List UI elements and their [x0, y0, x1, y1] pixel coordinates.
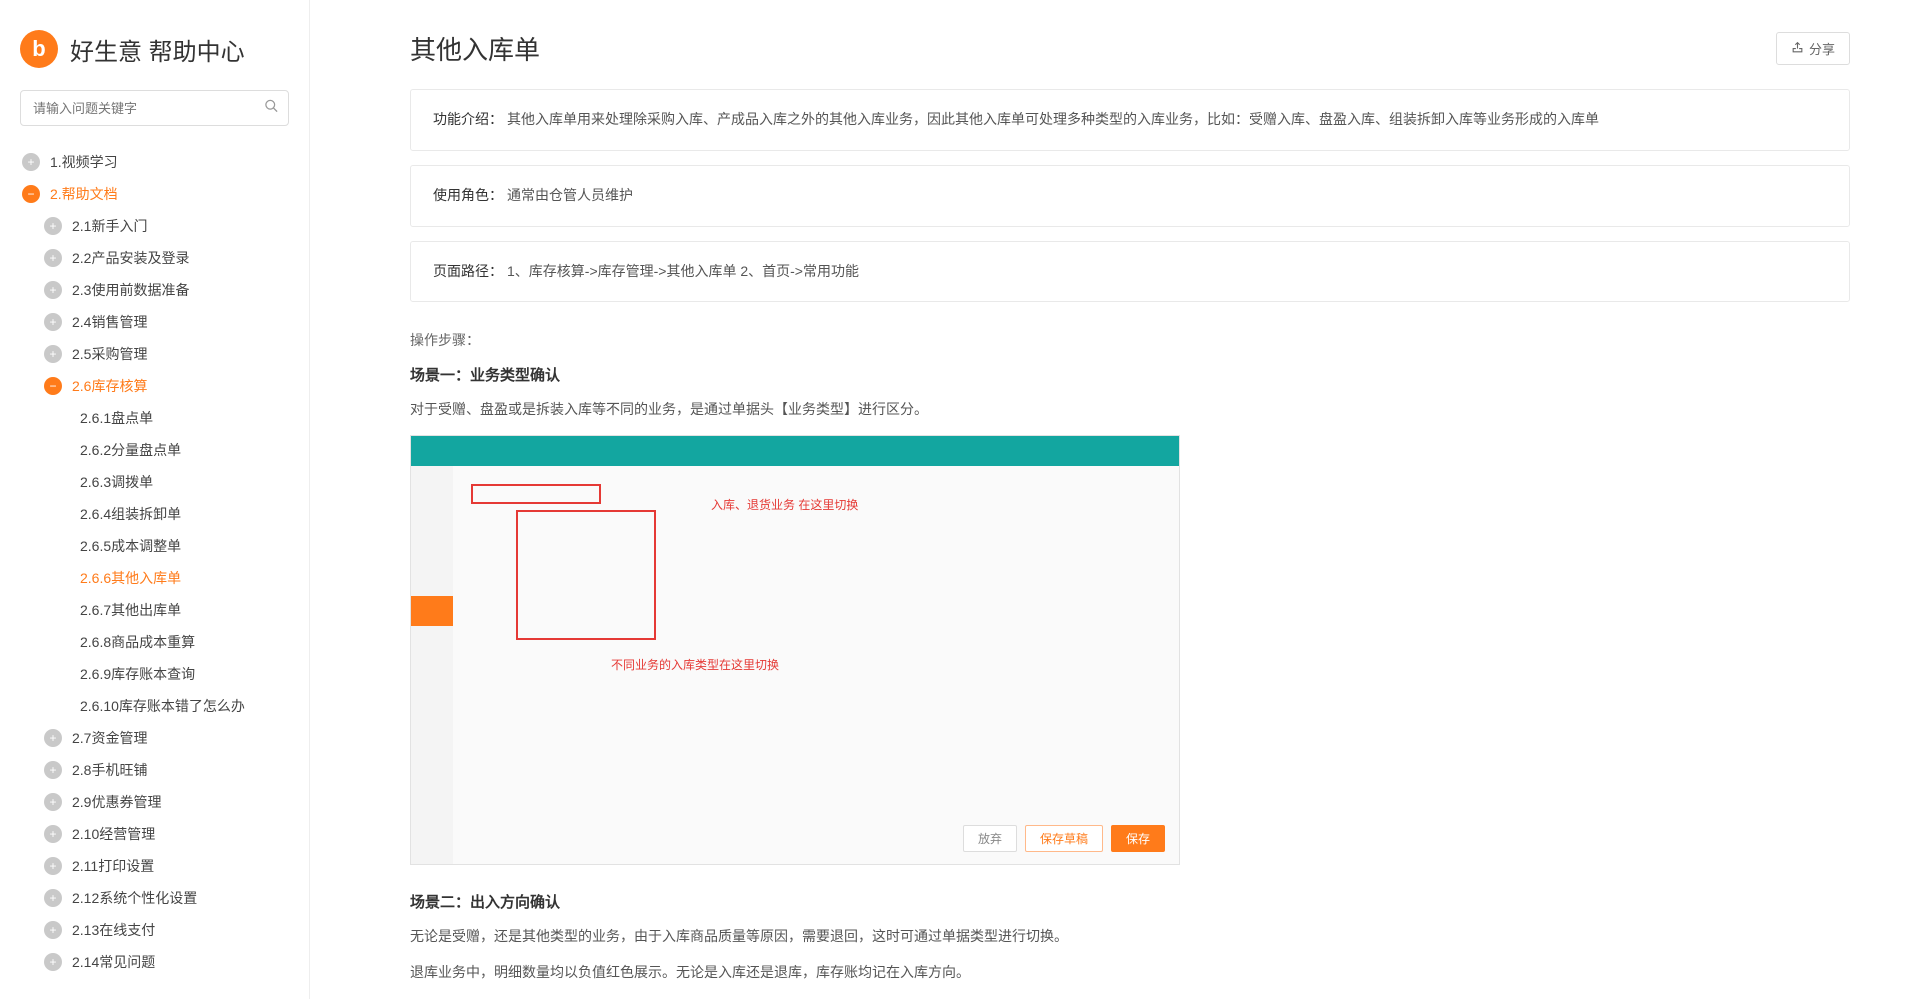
search-icon[interactable]: [264, 99, 279, 118]
nav-item-2-10[interactable]: +2.10经营管理: [20, 818, 289, 850]
plus-icon: +: [44, 953, 62, 971]
nav-item-2-6-8[interactable]: 2.6.8商品成本重算: [20, 626, 289, 658]
screenshot-sidebar: [411, 466, 453, 864]
page-title: 其他入库单: [410, 30, 540, 67]
nav-item-2-4[interactable]: +2.4销售管理: [20, 306, 289, 338]
share-icon: [1791, 41, 1804, 57]
role-text: 通常由仓管人员维护: [507, 187, 633, 203]
role-label: 使用角色：: [433, 187, 503, 203]
plus-icon: +: [44, 345, 62, 363]
minus-icon: −: [22, 185, 40, 203]
nav-item-2-11[interactable]: +2.11打印设置: [20, 850, 289, 882]
annotation-box-2: [516, 510, 656, 640]
intro-label: 功能介绍：: [433, 111, 503, 127]
plus-icon: +: [44, 825, 62, 843]
nav-item-2-3[interactable]: +2.3使用前数据准备: [20, 274, 289, 306]
scene1-text: 对于受赠、盘盈或是拆装入库等不同的业务，是通过单据头【业务类型】进行区分。: [410, 395, 1850, 423]
scene2-p2: 退库业务中，明细数量均以负值红色展示。无论是入库还是退库，库存账均记在入库方向。: [410, 958, 1850, 986]
search-input[interactable]: [20, 90, 289, 126]
search-wrap: [20, 90, 289, 126]
plus-icon: +: [44, 313, 62, 331]
annotation-box-1: [471, 484, 601, 504]
plus-icon: +: [22, 153, 40, 171]
nav-item-2-6-4[interactable]: 2.6.4组装拆卸单: [20, 498, 289, 530]
share-button[interactable]: 分享: [1776, 32, 1850, 65]
nav-item-2-12[interactable]: +2.12系统个性化设置: [20, 882, 289, 914]
nav-item-2-14[interactable]: +2.14常见问题: [20, 946, 289, 978]
intro-text: 其他入库单用来处理除采购入库、产成品入库之外的其他入库业务，因此其他入库单可处理…: [507, 111, 1599, 127]
nav-item-2-8[interactable]: +2.8手机旺铺: [20, 754, 289, 786]
path-text: 1、库存核算->库存管理->其他入库单 2、首页->常用功能: [507, 263, 859, 279]
plus-icon: +: [44, 729, 62, 747]
nav-item-2-6-9[interactable]: 2.6.9库存账本查询: [20, 658, 289, 690]
nav-item-2-6-3[interactable]: 2.6.3调拨单: [20, 466, 289, 498]
plus-icon: +: [44, 761, 62, 779]
nav-item-2-9[interactable]: +2.9优惠券管理: [20, 786, 289, 818]
intro-box: 功能介绍：其他入库单用来处理除采购入库、产成品入库之外的其他入库业务，因此其他入…: [410, 89, 1850, 151]
minus-icon: −: [44, 377, 62, 395]
shot-btn-cancel: 放弃: [963, 825, 1017, 852]
shot-btn-save: 保存: [1111, 825, 1165, 852]
nav-item-2-6[interactable]: −2.6库存核算: [20, 370, 289, 402]
title-row: 其他入库单 分享: [410, 30, 1850, 67]
nav-item-2-2[interactable]: +2.2产品安装及登录: [20, 242, 289, 274]
nav-item-video[interactable]: +1.视频学习: [20, 146, 289, 178]
nav-item-2-13[interactable]: +2.13在线支付: [20, 914, 289, 946]
steps-label: 操作步骤：: [410, 330, 1850, 350]
annotation-text-2: 不同业务的入库类型在这里切换: [611, 656, 779, 673]
plus-icon: +: [44, 249, 62, 267]
plus-icon: +: [44, 281, 62, 299]
nav-item-2-6-6[interactable]: 2.6.6其他入库单: [20, 562, 289, 594]
content-block: 操作步骤： 场景一：业务类型确认 对于受赠、盘盈或是拆装入库等不同的业务，是通过…: [410, 330, 1850, 999]
screenshot-footer: 放弃 保存草稿 保存: [963, 825, 1165, 852]
plus-icon: +: [44, 857, 62, 875]
plus-icon: +: [44, 217, 62, 235]
nav-item-2-5[interactable]: +2.5采购管理: [20, 338, 289, 370]
scene2-title: 场景二：出入方向确认: [410, 891, 1850, 912]
plus-icon: +: [44, 889, 62, 907]
nav-item-2-7[interactable]: +2.7资金管理: [20, 722, 289, 754]
brand-row: b 好生意 帮助中心: [20, 30, 289, 68]
screenshot-topbar: [411, 436, 1179, 466]
screenshot-placeholder: 入库、退货业务 在这里切换 不同业务的入库类型在这里切换 放弃 保存草稿 保存: [410, 435, 1180, 865]
main-content: 其他入库单 分享 功能介绍：其他入库单用来处理除采购入库、产成品入库之外的其他入…: [310, 0, 1920, 999]
sidebar: b 好生意 帮助中心 +1.视频学习 −2.帮助文档 +2.1新手入门 +2.2…: [0, 0, 310, 999]
annotation-text-1: 入库、退货业务 在这里切换: [711, 496, 858, 513]
nav-item-docs[interactable]: −2.帮助文档: [20, 178, 289, 210]
nav-item-2-6-10[interactable]: 2.6.10库存账本错了怎么办: [20, 690, 289, 722]
nav-item-2-6-1[interactable]: 2.6.1盘点单: [20, 402, 289, 434]
logo-icon: b: [20, 30, 58, 68]
brand-title: 好生意 帮助中心: [70, 32, 245, 67]
nav-item-2-6-2[interactable]: 2.6.2分量盘点单: [20, 434, 289, 466]
nav-item-2-6-5[interactable]: 2.6.5成本调整单: [20, 530, 289, 562]
nav-tree: +1.视频学习 −2.帮助文档 +2.1新手入门 +2.2产品安装及登录 +2.…: [20, 146, 289, 978]
plus-icon: +: [44, 921, 62, 939]
path-label: 页面路径：: [433, 263, 503, 279]
scene1-title: 场景一：业务类型确认: [410, 364, 1850, 385]
shot-btn-draft: 保存草稿: [1025, 825, 1103, 852]
role-box: 使用角色：通常由仓管人员维护: [410, 165, 1850, 227]
share-label: 分享: [1809, 39, 1835, 58]
scene2-p1: 无论是受赠，还是其他类型的业务，由于入库商品质量等原因，需要退回，这时可通过单据…: [410, 922, 1850, 950]
plus-icon: +: [44, 793, 62, 811]
nav-item-2-6-7[interactable]: 2.6.7其他出库单: [20, 594, 289, 626]
path-box: 页面路径：1、库存核算->库存管理->其他入库单 2、首页->常用功能: [410, 241, 1850, 303]
nav-item-2-1[interactable]: +2.1新手入门: [20, 210, 289, 242]
